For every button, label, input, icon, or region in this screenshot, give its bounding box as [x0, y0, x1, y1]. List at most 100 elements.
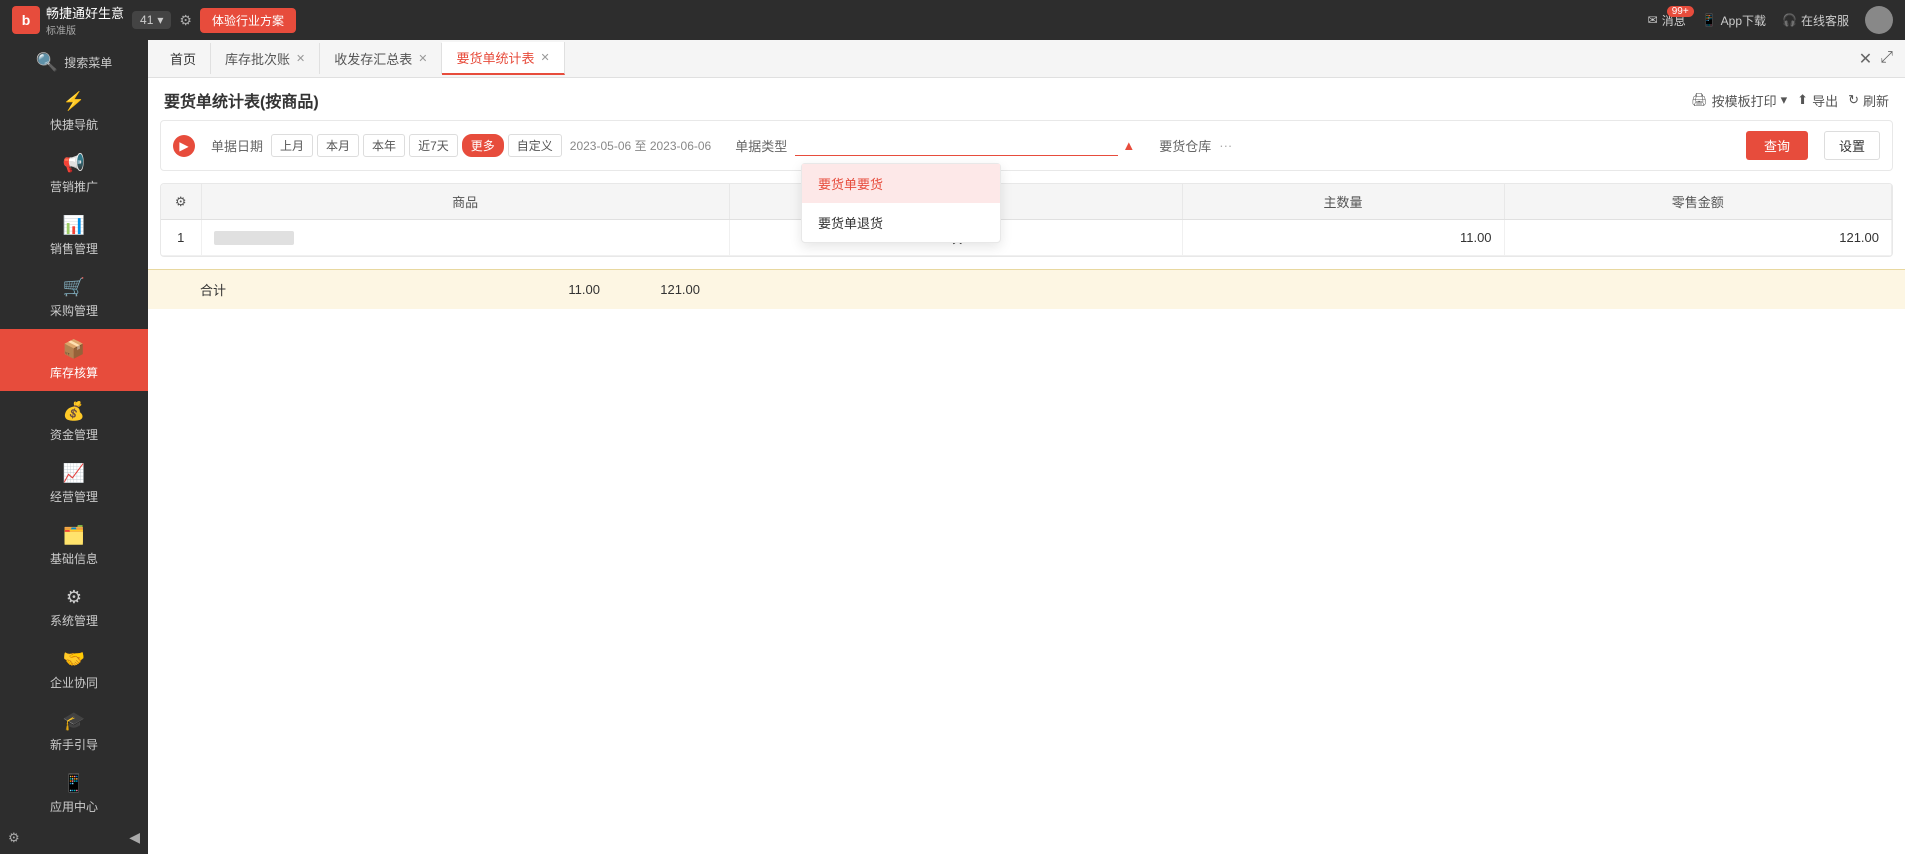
settings-icon[interactable]: ⚙	[179, 12, 192, 29]
date-shortcuts: 上月 本月 本年 近7天 更多 自定义	[271, 134, 562, 157]
sidebar-inventory-label: 库存核算	[50, 364, 98, 381]
sidebar-item-newbie[interactable]: 🎓 新手引导	[0, 701, 148, 763]
inventory-icon: 📦	[63, 339, 85, 360]
tab-home[interactable]: 首页	[156, 43, 211, 74]
sidebar-menu: 🔍 搜索菜单 ⚡ 快捷导航 📢 营销推广 📊 销售管理 🛒 采购管理 📦	[0, 40, 148, 821]
operations-icon: 📈	[63, 463, 85, 484]
page-header: 要货单统计表(按商品) 🖨 按模板打印 ▾ ⬆ 导出 ↻ 刷新	[148, 78, 1905, 120]
sidebar-item-finance[interactable]: 💰 资金管理	[0, 391, 148, 453]
row-amount: 121.00	[1504, 220, 1891, 256]
tab-extra-buttons: ✕ ⤢	[1859, 49, 1897, 69]
date-filter-label: 单据日期	[211, 136, 263, 155]
sidebar-marketing-label: 营销推广	[50, 178, 98, 195]
warehouse-filter-label: 要货仓库	[1159, 136, 1211, 155]
warehouse-more-btn[interactable]: ···	[1219, 138, 1232, 153]
row-product	[201, 220, 729, 256]
marketing-icon: 📢	[63, 153, 85, 174]
date-last-month[interactable]: 上月	[271, 134, 313, 157]
purchase-icon: 🛒	[63, 277, 85, 298]
apps-icon: 📱	[63, 773, 85, 794]
type-dropdown-arrow[interactable]: ▲	[1122, 138, 1135, 153]
sidebar-item-system[interactable]: ⚙ 系统管理	[0, 577, 148, 639]
date-this-month[interactable]: 本月	[317, 134, 359, 157]
sidebar-finance-label: 资金管理	[50, 426, 98, 443]
refresh-btn[interactable]: ↻ 刷新	[1848, 91, 1889, 110]
sidebar-settings-icon[interactable]: ⚙	[8, 830, 20, 846]
type-dropdown-menu: 要货单要货 要货单退货	[801, 163, 1001, 243]
data-table: ⚙ 商品 主计量单位 主数量 零售金额 1	[161, 184, 1892, 256]
sidebar-collab-label: 企业协同	[50, 674, 98, 691]
th-settings[interactable]: ⚙	[161, 184, 201, 220]
sidebar-item-operations[interactable]: 📈 经营管理	[0, 453, 148, 515]
date-last-7[interactable]: 近7天	[409, 134, 458, 157]
tab-close-summary[interactable]: ✕	[418, 52, 427, 65]
sidebar-item-search[interactable]: 🔍 搜索菜单	[0, 44, 148, 81]
set-button[interactable]: 设置	[1824, 131, 1880, 160]
table-footer: 合计 11.00 121.00	[148, 269, 1905, 309]
content-area: 首页 库存批次账 ✕ 收发存汇总表 ✕ 要货单统计表 ✕ ✕ ⤢ 要	[148, 40, 1905, 854]
type-filter-label: 单据类型	[735, 136, 787, 155]
sidebar-item-purchase[interactable]: 🛒 采购管理	[0, 267, 148, 329]
sidebar-collapse-btn[interactable]: ◀	[129, 829, 140, 846]
table-container: ⚙ 商品 主计量单位 主数量 零售金额 1	[160, 183, 1893, 257]
refresh-icon: ↻	[1848, 92, 1859, 108]
tab-window-close[interactable]: ✕	[1859, 49, 1872, 69]
footer-qty: 11.00	[520, 282, 620, 297]
top-header: b 畅捷通好生意 标准版 41 ▾ ⚙ 体验行业方案 ✉ 消息 99+ 📱 Ap…	[0, 0, 1905, 40]
product-placeholder	[214, 231, 294, 245]
online-service-btn[interactable]: 🎧 在线客服	[1782, 12, 1849, 29]
date-this-year[interactable]: 本年	[363, 134, 405, 157]
sidebar-item-collab[interactable]: 🤝 企业协同	[0, 639, 148, 701]
th-qty: 主数量	[1182, 184, 1504, 220]
print-btn[interactable]: 🖨 按模板打印 ▾	[1691, 91, 1787, 110]
sidebar-item-inventory[interactable]: 📦 库存核算	[0, 329, 148, 391]
dropdown-item-1[interactable]: 要货单退货	[802, 203, 1000, 242]
tab-close-order-stats[interactable]: ✕	[541, 51, 550, 64]
store-selector[interactable]: 41 ▾	[132, 11, 171, 29]
tab-summary[interactable]: 收发存汇总表 ✕	[320, 43, 442, 74]
tab-window-expand[interactable]: ⤢	[1880, 49, 1893, 69]
header-right: ✉ 消息 99+ 📱 App下载 🎧 在线客服	[1648, 6, 1893, 34]
newbie-icon: 🎓	[63, 711, 85, 732]
user-avatar[interactable]	[1865, 6, 1893, 34]
sidebar-item-marketing[interactable]: 📢 营销推广	[0, 143, 148, 205]
sidebar-item-basic-info[interactable]: 🗂️ 基础信息	[0, 515, 148, 577]
quick-nav-icon: ⚡	[63, 91, 85, 112]
sidebar-sales-label: 销售管理	[50, 240, 98, 257]
collab-icon: 🤝	[63, 649, 85, 670]
sidebar-bottom: ⚙ ◀	[0, 821, 148, 854]
basic-info-icon: 🗂️	[63, 525, 85, 546]
sidebar-item-apps[interactable]: 📱 应用中心	[0, 763, 148, 821]
date-custom[interactable]: 自定义	[508, 134, 562, 157]
print-icon: 🖨	[1691, 92, 1708, 108]
system-icon: ⚙	[66, 587, 82, 608]
tab-bar: 首页 库存批次账 ✕ 收发存汇总表 ✕ 要货单统计表 ✕ ✕ ⤢	[148, 40, 1905, 78]
trial-button[interactable]: 体验行业方案	[200, 8, 296, 33]
messages-btn[interactable]: ✉ 消息 99+	[1648, 12, 1686, 29]
app-download-btn[interactable]: 📱 App下载	[1702, 12, 1766, 29]
export-icon: ⬆	[1797, 92, 1808, 108]
sidebar-item-sales[interactable]: 📊 销售管理	[0, 205, 148, 267]
sidebar-item-quicknav[interactable]: ⚡ 快捷导航	[0, 81, 148, 143]
footer-label: 合计	[160, 280, 360, 299]
sidebar-system-label: 系统管理	[50, 612, 98, 629]
export-btn[interactable]: ⬆ 导出	[1797, 91, 1838, 110]
query-button[interactable]: 查询	[1746, 131, 1808, 160]
type-select-input[interactable]	[795, 136, 1118, 156]
page-actions: 🖨 按模板打印 ▾ ⬆ 导出 ↻ 刷新	[1691, 91, 1889, 110]
filter-row: 单据日期 上月 本月 本年 近7天 更多 自定义 2023-05-06 至 20…	[211, 134, 1730, 157]
date-more[interactable]: 更多	[462, 134, 504, 157]
table-header-row: ⚙ 商品 主计量单位 主数量 零售金额	[161, 184, 1892, 220]
sidebar-apps-label: 应用中心	[50, 798, 98, 815]
tab-inventory-batch[interactable]: 库存批次账 ✕	[211, 43, 320, 74]
dropdown-item-0[interactable]: 要货单要货	[802, 164, 1000, 203]
filter-bar: ▶ 单据日期 上月 本月 本年 近7天 更多 自定义 2023-05-06 至 …	[160, 120, 1893, 171]
tab-order-stats[interactable]: 要货单统计表 ✕	[442, 42, 564, 75]
sidebar-search-label: 搜索菜单	[64, 54, 112, 71]
tab-close-inventory-batch[interactable]: ✕	[296, 52, 305, 65]
filter-expand-btn[interactable]: ▶	[173, 135, 195, 157]
footer-amount: 121.00	[620, 282, 720, 297]
th-amount: 零售金额	[1504, 184, 1891, 220]
row-index: 1	[161, 220, 201, 256]
page-title: 要货单统计表(按商品)	[164, 88, 319, 112]
